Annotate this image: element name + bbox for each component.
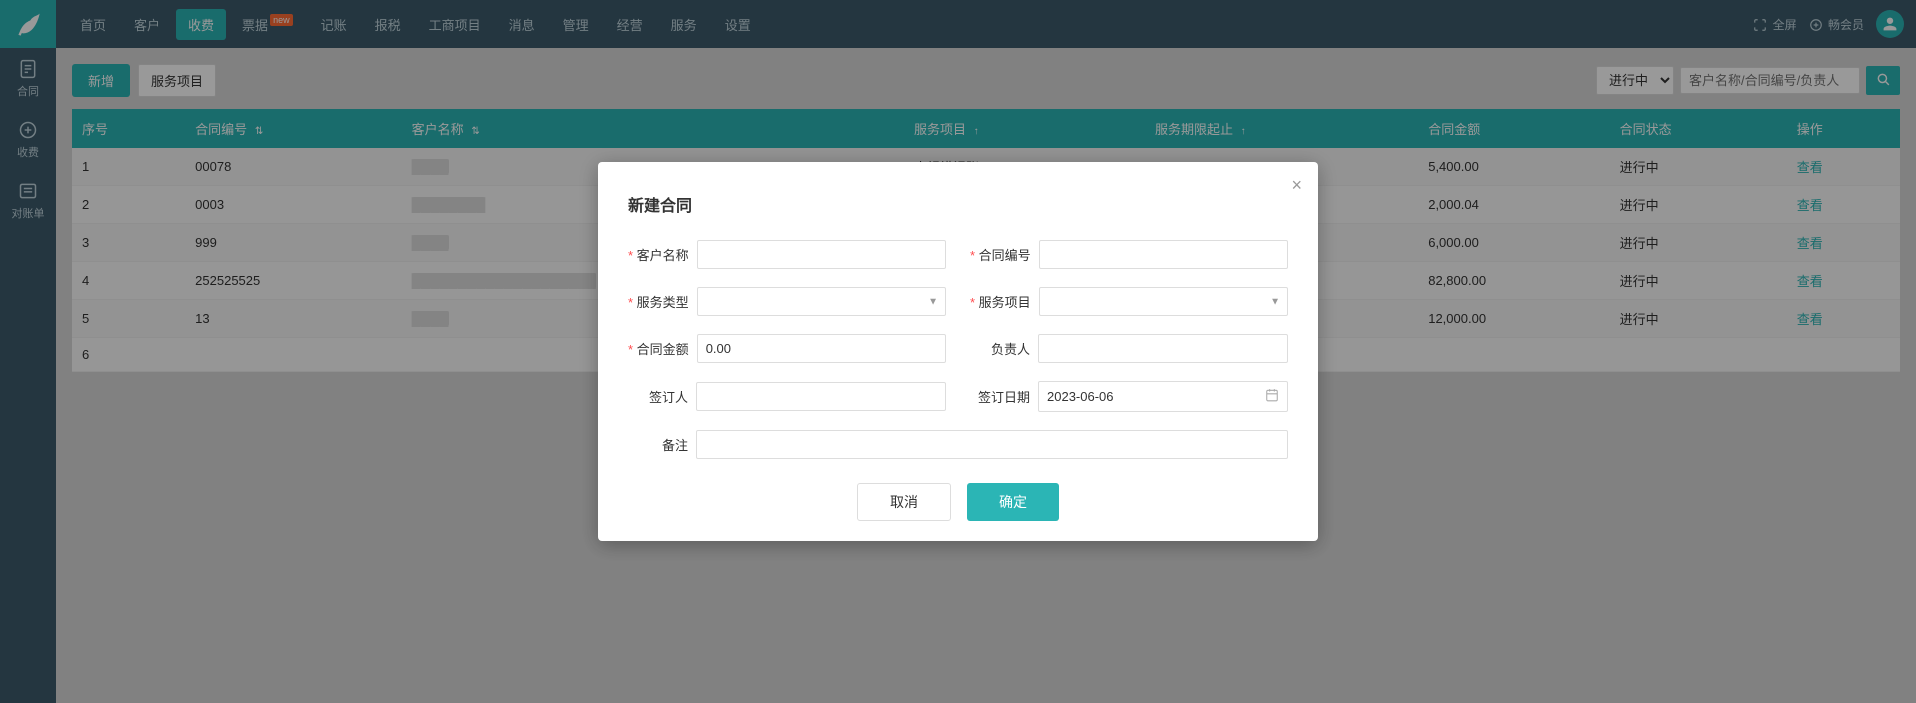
remarks-label: 备注 [628,435,688,454]
service-type-label: 服务类型 [628,292,689,311]
signatory-label: 签订人 [628,387,688,406]
customer-name-label: 客户名称 [628,245,689,264]
responsible-input[interactable] [1038,334,1288,363]
form-grid: 客户名称 合同编号 服务类型 服务项目 [628,240,1288,459]
contract-amount-input[interactable]: 0.00 [697,334,946,363]
contract-amount-label: 合同金额 [628,339,689,358]
sign-date-group: 签订日期 2023-06-06 [970,381,1288,412]
service-item-select-wrap [1039,287,1288,316]
sign-date-wrapper: 2023-06-06 [1038,381,1288,412]
sign-date-label: 签订日期 [970,387,1030,406]
contract-no-label: 合同编号 [970,245,1031,264]
cancel-button[interactable]: 取消 [857,483,951,521]
modal-close-button[interactable]: × [1291,176,1302,194]
new-contract-modal: 新建合同 × 客户名称 合同编号 服务类型 服务项目 [598,162,1318,541]
contract-no-group: 合同编号 [970,240,1288,269]
signatory-input[interactable] [696,382,946,411]
modal-footer: 取消 确定 [628,483,1288,521]
calendar-icon[interactable] [1257,382,1287,411]
remarks-group: 备注 [628,430,1288,459]
customer-name-group: 客户名称 [628,240,946,269]
signatory-group: 签订人 [628,381,946,412]
contract-amount-group: 合同金额 0.00 [628,334,946,363]
service-type-group: 服务类型 [628,287,946,316]
contract-no-input[interactable] [1039,240,1288,269]
modal-overlay: 新建合同 × 客户名称 合同编号 服务类型 服务项目 [0,0,1916,703]
service-item-select[interactable] [1039,287,1288,316]
service-type-select[interactable] [697,287,946,316]
service-type-select-wrap [697,287,946,316]
service-item-label: 服务项目 [970,292,1031,311]
modal-title: 新建合同 [628,192,1288,216]
service-item-group: 服务项目 [970,287,1288,316]
responsible-label: 负责人 [970,339,1030,358]
sign-date-input[interactable]: 2023-06-06 [1039,383,1257,410]
responsible-group: 负责人 [970,334,1288,363]
customer-name-input[interactable] [697,240,946,269]
confirm-button[interactable]: 确定 [967,483,1059,521]
remarks-input[interactable] [696,430,1288,459]
